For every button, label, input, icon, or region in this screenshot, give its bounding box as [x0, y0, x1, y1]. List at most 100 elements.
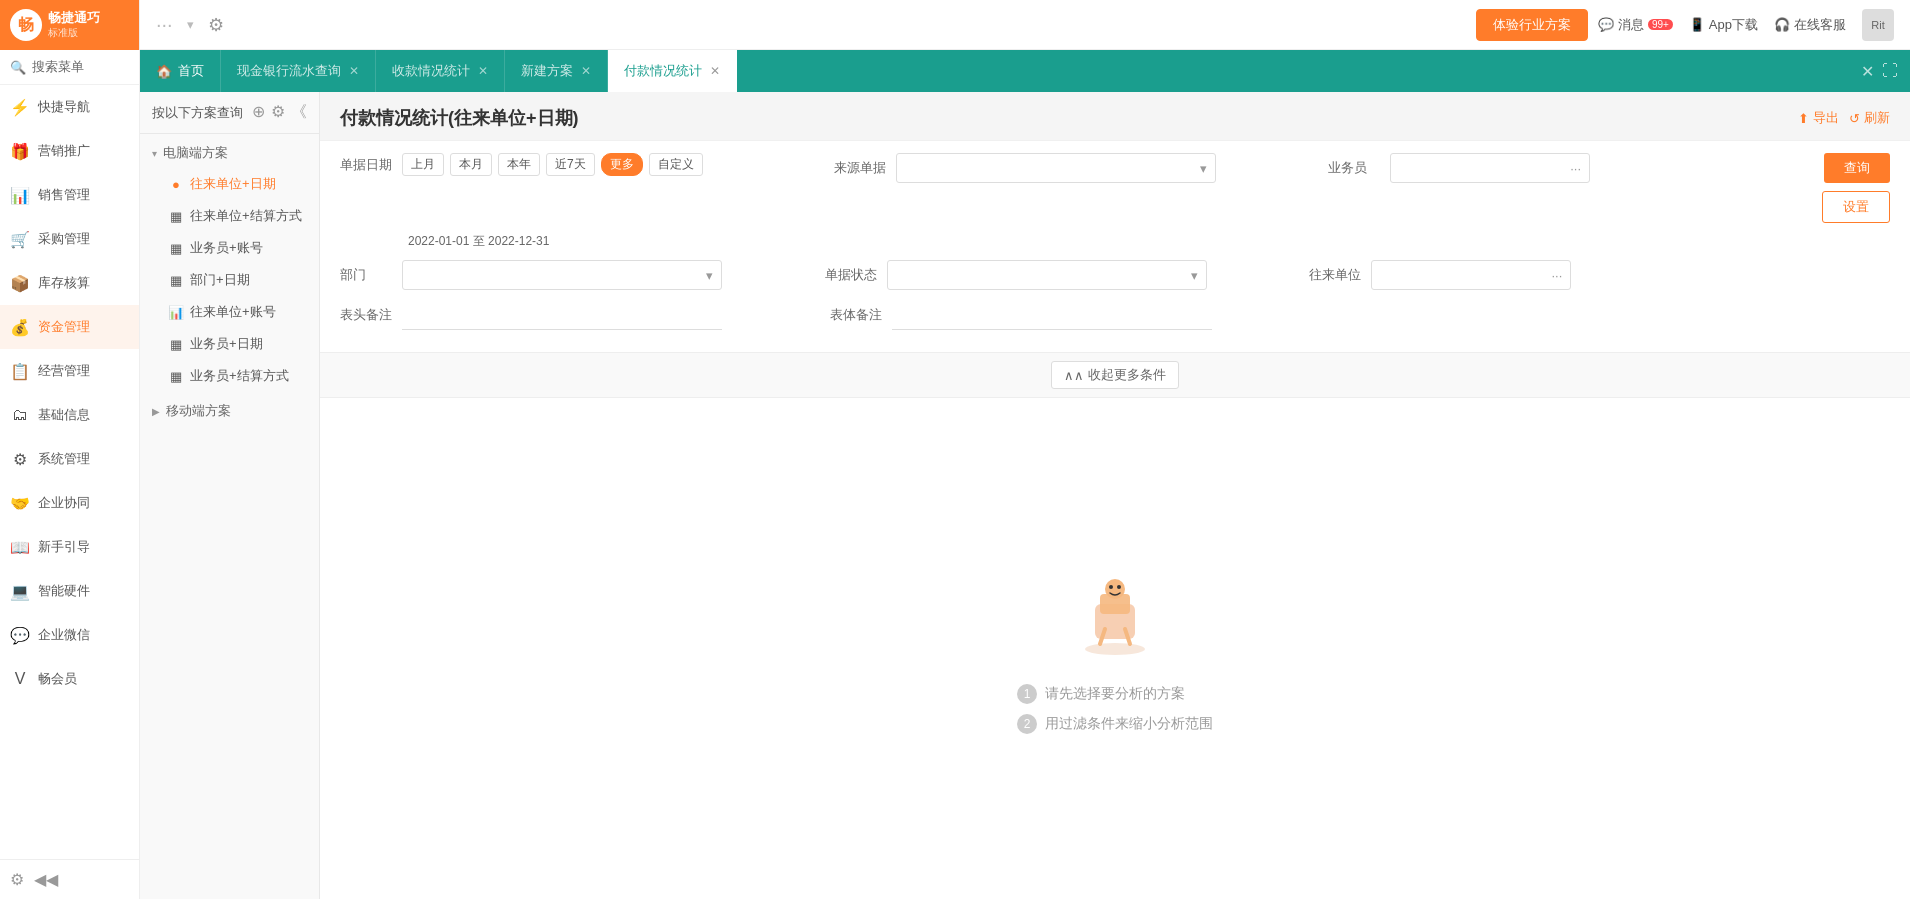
- sidebar-item-hardware[interactable]: 💻 智能硬件: [0, 569, 139, 613]
- sidebar-item-label: 经营管理: [38, 362, 90, 380]
- sidebar-item-system[interactable]: ⚙ 系统管理: [0, 437, 139, 481]
- sidebar-item-label: 企业协同: [38, 494, 90, 512]
- tab-new-scheme[interactable]: 新建方案 ✕: [505, 50, 608, 92]
- try-industry-button[interactable]: 体验行业方案: [1476, 9, 1588, 41]
- refresh-label: 刷新: [1864, 109, 1890, 127]
- body-note-input[interactable]: [892, 300, 1212, 330]
- settings-button[interactable]: 设置: [1822, 191, 1890, 223]
- close-window-icon[interactable]: ✕: [1861, 62, 1874, 81]
- scheme-item-label: 部门+日期: [190, 271, 250, 289]
- logo-icon: 畅: [10, 9, 42, 41]
- sidebar-item-inventory[interactable]: 📦 库存核算: [0, 261, 139, 305]
- empty-state: 1 请先选择要分析的方案 2 用过滤条件来缩小分析范围: [320, 397, 1910, 899]
- sidebar-item-label: 采购管理: [38, 230, 90, 248]
- marketing-icon: 🎁: [10, 141, 30, 161]
- settings-bottom-icon[interactable]: ⚙: [10, 870, 24, 889]
- app-download-label: App下载: [1709, 16, 1758, 34]
- scheme-table-icon: ▦: [168, 208, 184, 224]
- scheme-item-unit-account[interactable]: 📊 往来单位+账号: [140, 296, 319, 328]
- sidebar-item-purchase[interactable]: 🛒 采购管理: [0, 217, 139, 261]
- date-range-display: 2022-01-01 至 2022-12-31: [408, 233, 549, 250]
- scheme-panel: 按以下方案查询 ⊕ ⚙ 《 ▾ 电脑端方案 ● 往来单位+日期 ▦: [140, 92, 320, 899]
- dept-select[interactable]: ▾: [402, 260, 722, 290]
- purchase-icon: 🛒: [10, 229, 30, 249]
- query-button[interactable]: 查询: [1824, 153, 1890, 183]
- arrow-down-icon: ▾: [152, 148, 157, 159]
- operation-icon: 📋: [10, 361, 30, 381]
- gear-icon[interactable]: ⚙: [208, 14, 224, 36]
- app-download-action[interactable]: 📱 App下载: [1689, 16, 1758, 34]
- desktop-group-header[interactable]: ▾ 电脑端方案: [140, 138, 319, 168]
- user-avatar[interactable]: Rit: [1862, 9, 1894, 41]
- maximize-window-icon[interactable]: ⛶: [1882, 62, 1898, 80]
- sidebar-item-finance[interactable]: 💰 资金管理: [0, 305, 139, 349]
- tab-cashflow-close[interactable]: ✕: [349, 64, 359, 78]
- online-service-action[interactable]: 🎧 在线客服: [1774, 16, 1846, 34]
- status-select[interactable]: ▾: [887, 260, 1207, 290]
- scheme-item-unit-date[interactable]: ● 往来单位+日期: [140, 168, 319, 200]
- source-select[interactable]: ▾: [896, 153, 1216, 183]
- export-label: 导出: [1813, 109, 1839, 127]
- sidebar-item-sales[interactable]: 📊 销售管理: [0, 173, 139, 217]
- tab-receivable[interactable]: 收款情况统计 ✕: [376, 50, 505, 92]
- logo-name: 畅捷通巧: [48, 10, 100, 26]
- svg-point-3: [1105, 579, 1125, 599]
- sidebar-item-operation[interactable]: 📋 经营管理: [0, 349, 139, 393]
- sidebar: 畅 畅捷通巧 标准版 🔍 搜索菜单 ⚡ 快捷导航 🎁 营销推广 📊 销售管理 🛒…: [0, 0, 140, 899]
- tab-home[interactable]: 🏠 首页: [140, 50, 221, 92]
- tab-cashflow[interactable]: 现金银行流水查询 ✕: [221, 50, 376, 92]
- scheme-item-dept-date[interactable]: ▦ 部门+日期: [140, 264, 319, 296]
- settings-scheme-icon[interactable]: ⚙: [271, 102, 285, 123]
- last-7days-btn[interactable]: 近7天: [546, 153, 595, 176]
- collapse-filter-button[interactable]: ∧∧ 收起更多条件: [1051, 361, 1179, 389]
- mobile-scheme-group[interactable]: ▶ 移动端方案: [140, 396, 319, 426]
- svg-point-6: [1109, 585, 1113, 589]
- staff-select[interactable]: ···: [1390, 153, 1590, 183]
- system-icon: ⚙: [10, 449, 30, 469]
- sidebar-item-shortcut[interactable]: ⚡ 快捷导航: [0, 85, 139, 129]
- header-note-input[interactable]: [402, 300, 722, 330]
- tab-payment[interactable]: 付款情况统计 ✕: [608, 50, 737, 92]
- messages-action[interactable]: 💬 消息 99+: [1598, 16, 1673, 34]
- more-btn[interactable]: 更多: [601, 153, 643, 176]
- collapse-scheme-icon[interactable]: 《: [291, 102, 307, 123]
- scheme-item-label: 往来单位+日期: [190, 175, 276, 193]
- date-label: 单据日期: [340, 156, 396, 174]
- last-month-btn[interactable]: 上月: [402, 153, 444, 176]
- sidebar-item-enterprise[interactable]: 🤝 企业协同: [0, 481, 139, 525]
- sidebar-search[interactable]: 🔍 搜索菜单: [0, 50, 139, 85]
- this-month-btn[interactable]: 本月: [450, 153, 492, 176]
- scheme-item-staff-settle[interactable]: ▦ 业务员+结算方式: [140, 360, 319, 392]
- tab-payment-close[interactable]: ✕: [710, 64, 720, 78]
- unit-select[interactable]: ···: [1371, 260, 1571, 290]
- scheme-item-unit-settle[interactable]: ▦ 往来单位+结算方式: [140, 200, 319, 232]
- refresh-button[interactable]: ↺ 刷新: [1849, 109, 1890, 127]
- enterprise-icon: 🤝: [10, 493, 30, 513]
- scheme-item-staff-account[interactable]: ▦ 业务员+账号: [140, 232, 319, 264]
- sidebar-item-wechat[interactable]: 💬 企业微信: [0, 613, 139, 657]
- tip-num-1: 1: [1017, 684, 1037, 704]
- messages-label: 消息: [1618, 16, 1644, 34]
- sidebar-item-basic[interactable]: 🗂 基础信息: [0, 393, 139, 437]
- mobile-group-label: 移动端方案: [166, 402, 231, 420]
- this-year-btn[interactable]: 本年: [498, 153, 540, 176]
- sidebar-logo: 畅 畅捷通巧 标准版: [0, 0, 139, 50]
- scheme-item-staff-date[interactable]: ▦ 业务员+日期: [140, 328, 319, 360]
- staff-arrow-icon: ···: [1570, 161, 1581, 176]
- arrow-right-icon: ▶: [152, 406, 160, 417]
- custom-btn[interactable]: 自定义: [649, 153, 703, 176]
- tab-receivable-close[interactable]: ✕: [478, 64, 488, 78]
- sidebar-item-marketing[interactable]: 🎁 营销推广: [0, 129, 139, 173]
- export-button[interactable]: ⬆ 导出: [1798, 109, 1839, 127]
- collapse-filter-label: 收起更多条件: [1088, 366, 1166, 384]
- collapse-sidebar-icon[interactable]: ◀◀: [34, 870, 58, 889]
- collapse-btn-area: ∧∧ 收起更多条件: [320, 352, 1910, 397]
- desktop-group-label: 电脑端方案: [163, 144, 228, 162]
- empty-tip-2: 2 用过滤条件来缩小分析范围: [1017, 714, 1213, 734]
- sidebar-item-member[interactable]: V 畅会员: [0, 657, 139, 701]
- tab-new-scheme-close[interactable]: ✕: [581, 64, 591, 78]
- sidebar-item-guide[interactable]: 📖 新手引导: [0, 525, 139, 569]
- scheme-item-label: 业务员+账号: [190, 239, 263, 257]
- page-title: 付款情况统计(往来单位+日期): [340, 106, 1798, 130]
- add-scheme-icon[interactable]: ⊕: [252, 102, 265, 123]
